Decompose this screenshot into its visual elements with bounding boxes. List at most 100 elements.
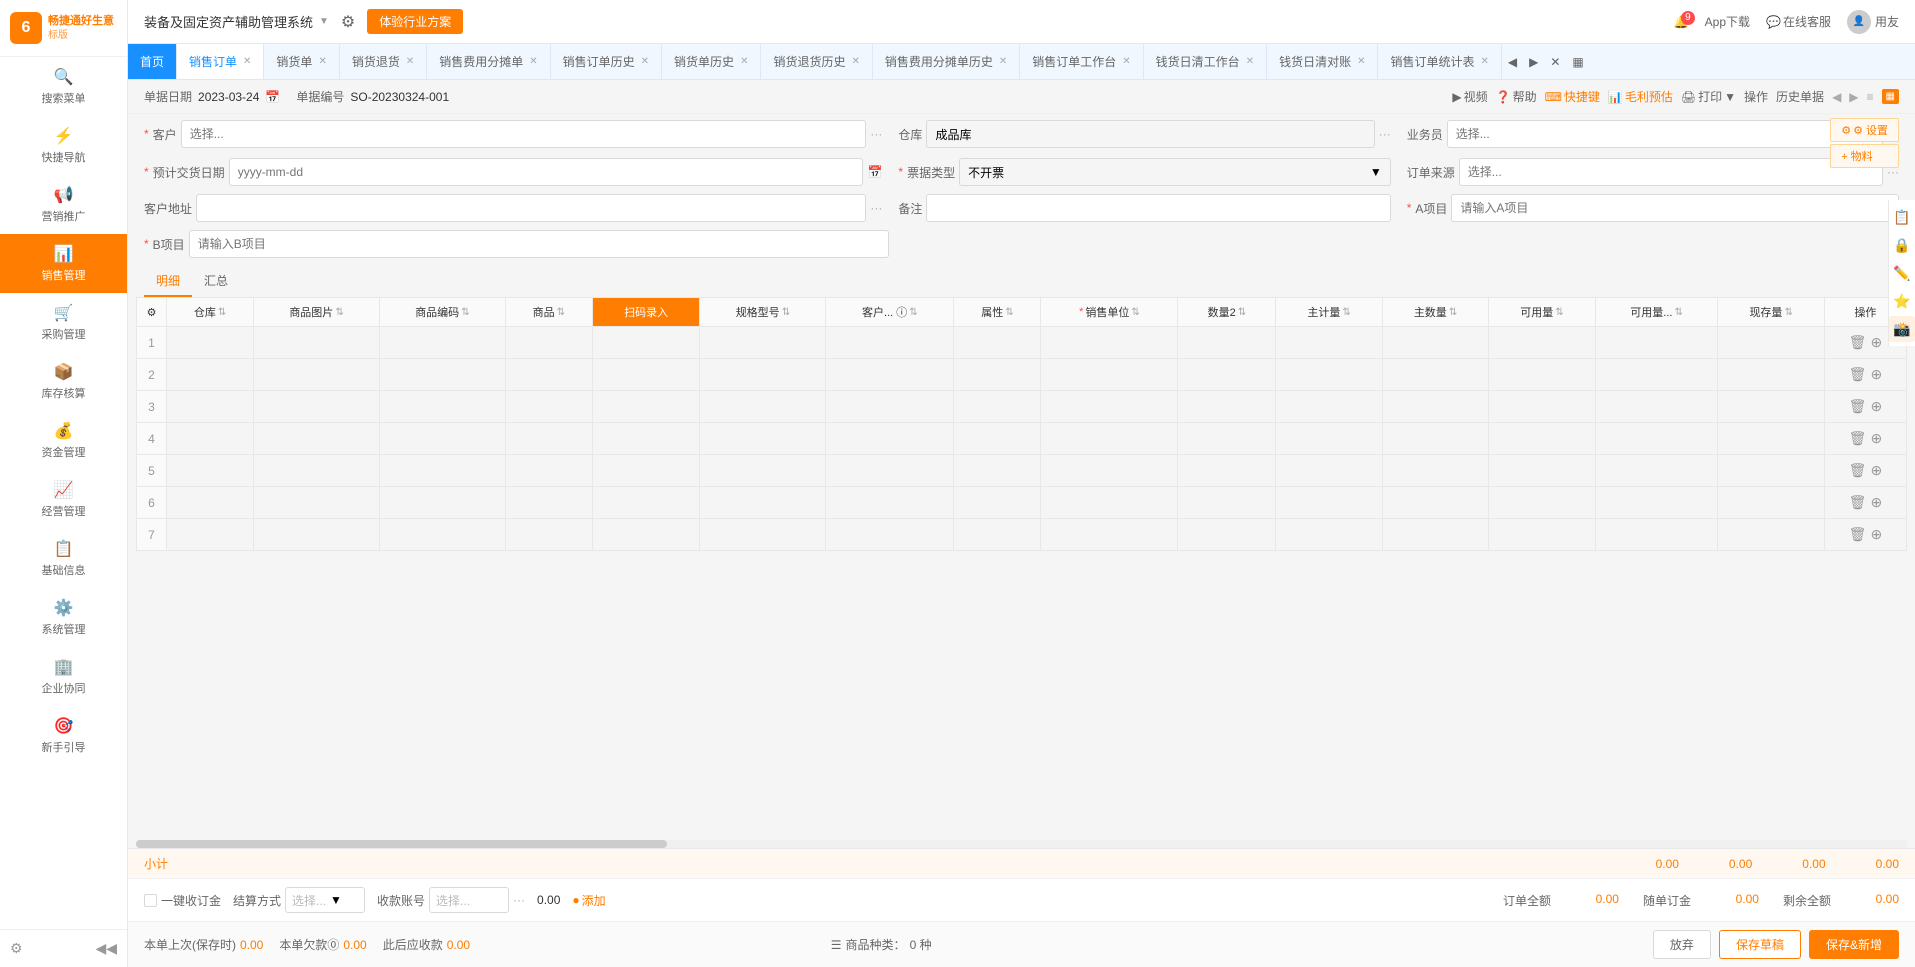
- copy-row-btn[interactable]: ⊕: [1870, 398, 1882, 415]
- tab-nav-prev[interactable]: ◀: [1502, 44, 1523, 80]
- online-service-link[interactable]: 💬 在线客服: [1766, 13, 1831, 30]
- add-material-btn[interactable]: + 物料: [1830, 144, 1899, 168]
- table-cell[interactable]: [379, 519, 505, 551]
- payment-method-select[interactable]: 选择... ▼: [285, 887, 365, 913]
- col-attributes[interactable]: 属性⇅: [954, 298, 1041, 327]
- table-cell[interactable]: [1276, 423, 1382, 455]
- table-cell[interactable]: [1041, 487, 1178, 519]
- form-expand-icon[interactable]: ▦: [1882, 89, 1899, 104]
- delete-row-btn[interactable]: 🗑: [1849, 430, 1867, 447]
- settings-gear-icon[interactable]: ⚙: [341, 12, 355, 32]
- table-cell[interactable]: [505, 359, 592, 391]
- tab-sales-fee[interactable]: 销售费用分摊单 ✕: [427, 44, 550, 80]
- delivery-date-calendar-icon[interactable]: 📅: [867, 165, 882, 179]
- table-cell[interactable]: [505, 327, 592, 359]
- table-cell[interactable]: [254, 455, 380, 487]
- table-cell[interactable]: [1718, 455, 1824, 487]
- tab-close-icon[interactable]: ✕: [318, 56, 326, 67]
- help-btn[interactable]: ❓ 帮助: [1496, 88, 1537, 105]
- tab-close-icon[interactable]: ✕: [999, 56, 1007, 67]
- table-cell[interactable]: [167, 391, 254, 423]
- form-nav-next[interactable]: ▶: [1849, 90, 1858, 104]
- sidebar-item-enterprise[interactable]: 🏢 企业协同: [0, 647, 127, 706]
- tab-close-icon[interactable]: ✕: [1357, 56, 1365, 67]
- table-cell[interactable]: [1041, 455, 1178, 487]
- tab-nav-menu[interactable]: ▦: [1566, 44, 1589, 80]
- history-btn[interactable]: 历史单据: [1776, 88, 1824, 105]
- warehouse-select[interactable]: 成品库: [926, 120, 1374, 148]
- calendar-icon[interactable]: 📅: [265, 90, 280, 104]
- table-cell[interactable]: [1382, 519, 1488, 551]
- table-cell[interactable]: [167, 487, 254, 519]
- tab-sales-refund-history[interactable]: 销货退货历史 ✕: [761, 44, 872, 80]
- tab-close-icon[interactable]: ✕: [1481, 56, 1489, 67]
- table-cell[interactable]: [700, 327, 826, 359]
- col-current-qty[interactable]: 现存量⇅: [1718, 298, 1824, 327]
- col-main-unit[interactable]: 主计量⇅: [1276, 298, 1382, 327]
- table-cell[interactable]: [167, 359, 254, 391]
- copy-row-btn[interactable]: ⊕: [1870, 494, 1882, 511]
- table-cell[interactable]: [826, 487, 954, 519]
- table-cell[interactable]: [700, 519, 826, 551]
- table-cell[interactable]: [1718, 327, 1824, 359]
- table-cell[interactable]: [254, 359, 380, 391]
- table-cell[interactable]: [592, 359, 700, 391]
- b-project-input[interactable]: [189, 230, 890, 258]
- settings-icon[interactable]: ⚙: [10, 940, 23, 957]
- table-cell[interactable]: [700, 487, 826, 519]
- right-panel-icon-3[interactable]: ✏️: [1889, 260, 1915, 286]
- form-nav-prev[interactable]: ◀: [1832, 90, 1841, 104]
- delete-row-btn[interactable]: 🗑: [1849, 334, 1867, 351]
- table-cell[interactable]: [700, 359, 826, 391]
- table-cell[interactable]: [1718, 391, 1824, 423]
- col-product-code[interactable]: 商品编码⇅: [379, 298, 505, 327]
- receipt-account-select[interactable]: 选择...: [429, 887, 509, 913]
- tab-home[interactable]: 首页: [128, 44, 177, 80]
- table-cell[interactable]: [1595, 423, 1718, 455]
- table-cell[interactable]: [379, 487, 505, 519]
- sidebar-item-marketing[interactable]: 📢 营销推广: [0, 175, 127, 234]
- table-cell[interactable]: [954, 519, 1041, 551]
- table-cell[interactable]: [1382, 455, 1488, 487]
- col-settings[interactable]: ⚙: [137, 298, 167, 327]
- table-cell[interactable]: [1382, 391, 1488, 423]
- tab-close-icon[interactable]: ✕: [740, 56, 748, 67]
- table-cell[interactable]: [254, 423, 380, 455]
- copy-row-btn[interactable]: ⊕: [1870, 526, 1882, 543]
- table-cell[interactable]: [1178, 423, 1276, 455]
- table-cell[interactable]: [167, 327, 254, 359]
- tab-sales-refund[interactable]: 销货退货 ✕: [340, 44, 427, 80]
- table-cell[interactable]: [1276, 327, 1382, 359]
- table-cell[interactable]: [254, 327, 380, 359]
- tab-detail[interactable]: 明细: [144, 266, 192, 297]
- shortcut-btn[interactable]: ⌨ 快捷键: [1545, 88, 1600, 105]
- table-cell[interactable]: [592, 391, 700, 423]
- col-available2[interactable]: 可用量...⇅: [1595, 298, 1718, 327]
- delete-row-btn[interactable]: 🗑: [1849, 462, 1867, 479]
- table-cell[interactable]: [1595, 519, 1718, 551]
- table-cell[interactable]: [1718, 487, 1824, 519]
- table-cell[interactable]: [1595, 455, 1718, 487]
- horizontal-scrollbar[interactable]: [136, 840, 1907, 848]
- sidebar-item-inventory[interactable]: 📦 库存核算: [0, 352, 127, 411]
- table-cell[interactable]: [1489, 423, 1595, 455]
- table-cell[interactable]: [1382, 487, 1488, 519]
- user-menu[interactable]: 👤 用友: [1847, 10, 1899, 34]
- table-cell[interactable]: [1178, 519, 1276, 551]
- tab-close-icon[interactable]: ✕: [1246, 56, 1254, 67]
- table-cell[interactable]: [1276, 391, 1382, 423]
- table-cell[interactable]: [167, 423, 254, 455]
- notification-badge[interactable]: 🔔 9: [1674, 15, 1689, 29]
- table-cell[interactable]: [1178, 359, 1276, 391]
- sidebar-item-sales[interactable]: 📊 销售管理: [0, 234, 127, 293]
- table-cell[interactable]: [254, 391, 380, 423]
- table-cell[interactable]: [592, 519, 700, 551]
- sidebar-item-purchase[interactable]: 🛒 采购管理: [0, 293, 127, 352]
- sidebar-item-guide[interactable]: 🎯 新手引导: [0, 706, 127, 765]
- table-cell[interactable]: [1382, 327, 1488, 359]
- one-click-deposit-checkbox[interactable]: 一键收订金: [144, 892, 221, 909]
- table-cell[interactable]: [505, 391, 592, 423]
- tab-sales-stat[interactable]: 销售订单统计表 ✕: [1378, 44, 1501, 80]
- print-btn[interactable]: 🖨 打印 ▼: [1681, 88, 1736, 105]
- table-cell[interactable]: [505, 455, 592, 487]
